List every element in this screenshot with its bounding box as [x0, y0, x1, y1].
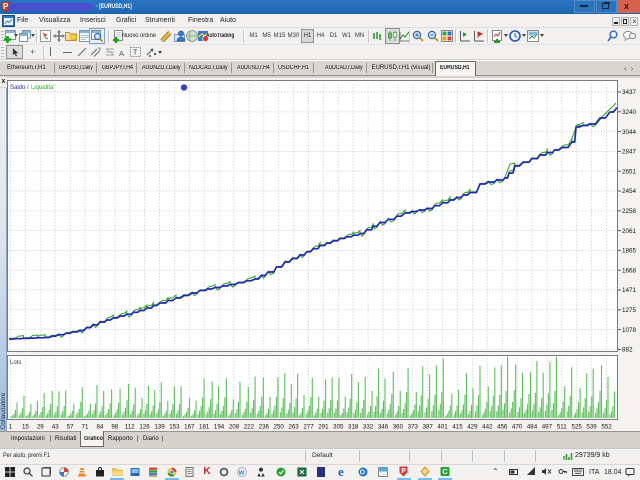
svg-text:346: 346 — [378, 424, 389, 431]
svg-text:511: 511 — [557, 424, 567, 431]
svg-text:1275: 1275 — [622, 307, 637, 314]
svg-text:442: 442 — [482, 424, 493, 431]
svg-text:15: 15 — [22, 424, 29, 431]
svg-text:2258: 2258 — [622, 208, 637, 215]
svg-text:360: 360 — [393, 424, 404, 431]
svg-text:84: 84 — [96, 424, 103, 431]
svg-text:1471: 1471 — [622, 287, 637, 294]
svg-text:2847: 2847 — [622, 149, 637, 156]
svg-text:181: 181 — [199, 424, 210, 431]
svg-text:3240: 3240 — [622, 109, 637, 116]
svg-text:Lots: Lots — [10, 360, 21, 366]
svg-text:1: 1 — [9, 424, 13, 431]
svg-text:153: 153 — [169, 424, 180, 431]
svg-text:882: 882 — [622, 347, 633, 354]
svg-text:1668: 1668 — [622, 267, 637, 274]
svg-text:415: 415 — [452, 424, 463, 431]
svg-text:387: 387 — [423, 424, 434, 431]
svg-text:456: 456 — [497, 424, 508, 431]
svg-text:525: 525 — [572, 424, 583, 431]
svg-text:484: 484 — [527, 424, 538, 431]
svg-text:373: 373 — [408, 424, 419, 431]
svg-text:470: 470 — [512, 424, 523, 431]
svg-text:194: 194 — [214, 424, 225, 431]
svg-text:C: C — [442, 467, 448, 476]
svg-text:291: 291 — [318, 424, 329, 431]
svg-text:401: 401 — [437, 424, 448, 431]
svg-text:29: 29 — [37, 424, 44, 431]
svg-text:1078: 1078 — [622, 327, 637, 334]
svg-text:497: 497 — [542, 424, 553, 431]
svg-text:2651: 2651 — [622, 168, 637, 175]
svg-text:250: 250 — [274, 424, 285, 431]
svg-text:222: 222 — [244, 424, 255, 431]
svg-text:T: T — [133, 50, 138, 57]
svg-text:277: 277 — [303, 424, 314, 431]
svg-text:552: 552 — [601, 424, 612, 431]
svg-text:57: 57 — [67, 424, 74, 431]
svg-text:332: 332 — [363, 424, 374, 431]
svg-text:112: 112 — [125, 424, 135, 431]
svg-text:1865: 1865 — [622, 248, 637, 255]
svg-text:Saldo: Saldo — [10, 85, 26, 91]
svg-text:305: 305 — [333, 424, 344, 431]
svg-text:539: 539 — [586, 424, 597, 431]
svg-text:263: 263 — [288, 424, 299, 431]
svg-text:43: 43 — [52, 424, 59, 431]
svg-text:2454: 2454 — [622, 188, 637, 195]
svg-text:139: 139 — [154, 424, 165, 431]
svg-text:w: w — [238, 470, 245, 477]
svg-text:208: 208 — [229, 424, 240, 431]
svg-text:167: 167 — [184, 424, 195, 431]
svg-text:71: 71 — [82, 424, 89, 431]
svg-text:3044: 3044 — [622, 129, 637, 136]
svg-text:P: P — [401, 468, 406, 475]
svg-text:429: 429 — [467, 424, 478, 431]
svg-text:Liquidita': Liquidita' — [31, 85, 55, 91]
svg-text:318: 318 — [348, 424, 359, 431]
svg-text:2061: 2061 — [622, 228, 637, 235]
svg-text:126: 126 — [139, 424, 150, 431]
svg-text:3437: 3437 — [622, 89, 637, 96]
svg-text:98: 98 — [111, 424, 118, 431]
svg-text:236: 236 — [259, 424, 270, 431]
